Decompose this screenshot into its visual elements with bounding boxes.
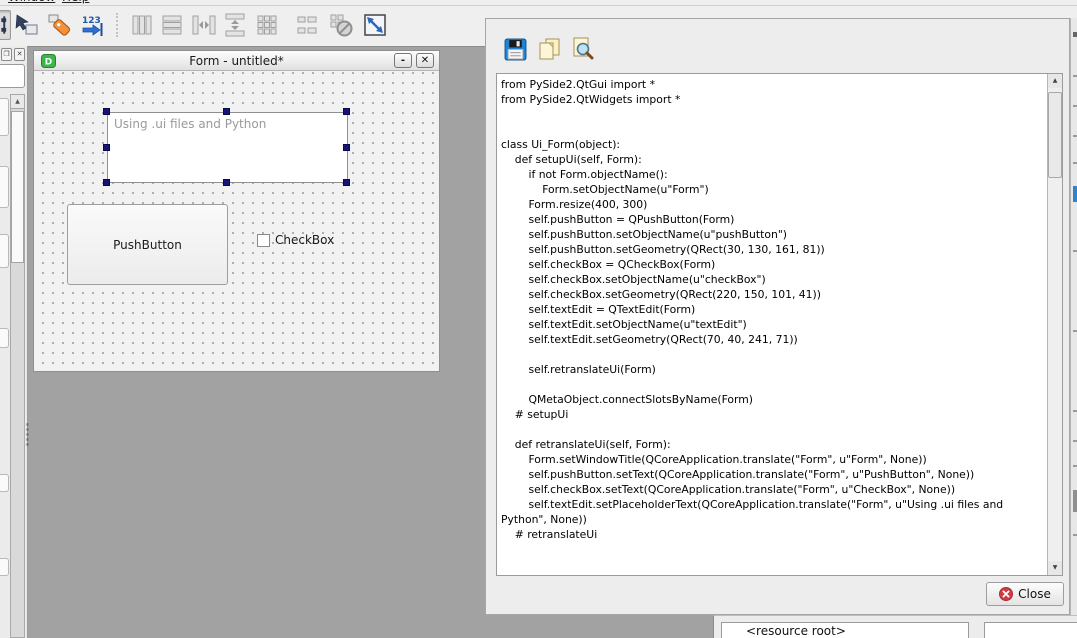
- svg-text:123: 123: [82, 16, 101, 26]
- widget-box-item[interactable]: [0, 328, 9, 348]
- menu-item-help[interactable]: Help: [62, 0, 89, 4]
- layout-horizontally-icon: [129, 12, 155, 38]
- panel-edge-mark: [1073, 32, 1077, 37]
- scrollbar-thumb[interactable]: [1048, 92, 1062, 178]
- adjust-size-icon: [362, 12, 388, 38]
- resource-root-item[interactable]: <resource root>: [721, 622, 969, 638]
- qt-designer-screen: Window Help: [0, 0, 1077, 638]
- panel-selected-mark: [1073, 186, 1077, 202]
- edit-widgets-button[interactable]: [0, 10, 11, 40]
- break-layout-icon: [328, 12, 354, 38]
- close-window-button[interactable]: ✕: [416, 53, 434, 68]
- form-window-titlebar[interactable]: D Form - untitled* - ✕: [34, 51, 439, 71]
- menu-item-window[interactable]: Window: [8, 0, 55, 4]
- layout-vertical-splitter-button[interactable]: [221, 10, 249, 40]
- resource-detail-box[interactable]: [984, 622, 1077, 638]
- panel-edge-mark: [1073, 534, 1077, 536]
- panel-splitter-handle[interactable]: [26, 422, 29, 448]
- find-button[interactable]: [569, 36, 595, 62]
- selection-handle[interactable]: [343, 179, 350, 186]
- close-panel-button[interactable]: ✕: [14, 48, 25, 61]
- save-button[interactable]: [502, 36, 528, 62]
- selection-handle[interactable]: [343, 144, 350, 151]
- selection-handle[interactable]: [103, 144, 110, 151]
- edit-signals-slots-button[interactable]: [13, 10, 41, 40]
- toolbar-separator: [116, 13, 118, 37]
- layout-grid-icon: [254, 12, 280, 38]
- scroll-up-icon[interactable]: ▲: [1048, 74, 1062, 88]
- widget-box-item[interactable]: [0, 234, 9, 268]
- panel-edge-mark: [1073, 465, 1077, 467]
- selection-handle[interactable]: [103, 179, 110, 186]
- float-panel-button[interactable]: ❐: [1, 48, 12, 61]
- copy-button[interactable]: [536, 36, 562, 62]
- pushbutton-widget[interactable]: PushButton: [67, 204, 228, 285]
- code-preview-dialog: from PySide2.QtGui import * from PySide2…: [485, 18, 1070, 615]
- widget-box-item[interactable]: [0, 98, 9, 136]
- close-button-label: Close: [1018, 587, 1051, 601]
- panel-edge-mark: [1073, 440, 1077, 442]
- layout-form-button[interactable]: [293, 10, 321, 40]
- form-editor-window: D Form - untitled* - ✕ Using .ui files a…: [33, 50, 440, 372]
- checkbox-widget[interactable]: CheckBox: [257, 230, 334, 250]
- minimize-button[interactable]: -: [394, 53, 412, 68]
- layout-vertical-splitter-icon: [222, 12, 248, 38]
- panel-edge-mark: [1073, 105, 1077, 107]
- form-canvas[interactable]: Using .ui files and Python PushButton Ch…: [34, 72, 439, 371]
- code-view[interactable]: from PySide2.QtGui import * from PySide2…: [496, 73, 1063, 576]
- resource-browser-panel: <resource root>: [713, 615, 1077, 638]
- textedit-widget[interactable]: Using .ui files and Python: [107, 112, 348, 183]
- save-icon: [504, 38, 527, 61]
- layout-vertically-button[interactable]: [158, 10, 186, 40]
- selection-handle[interactable]: [343, 108, 350, 115]
- selection-handle[interactable]: [103, 108, 110, 115]
- close-dialog-button[interactable]: Close: [986, 582, 1064, 606]
- edit-buddies-icon: [47, 12, 73, 38]
- widget-box-panel: ❐ ✕ ▲: [0, 46, 28, 638]
- code-scrollbar[interactable]: ▲ ▼: [1047, 74, 1062, 575]
- layout-grid-button[interactable]: [253, 10, 281, 40]
- close-red-circle-icon: [999, 587, 1013, 601]
- checkbox-box[interactable]: [257, 234, 270, 247]
- panel-edge-mark: [1073, 250, 1077, 252]
- widget-filter-input[interactable]: [0, 64, 25, 88]
- layout-vertically-icon: [159, 12, 185, 38]
- edit-buddies-button[interactable]: [46, 10, 74, 40]
- break-layout-button[interactable]: [327, 10, 355, 40]
- layout-horizontal-splitter-icon: [191, 12, 217, 38]
- selection-handle[interactable]: [223, 179, 230, 186]
- widget-box-item[interactable]: [0, 474, 9, 492]
- layout-horizontal-splitter-button[interactable]: [190, 10, 218, 40]
- property-panel-edge: [1070, 18, 1077, 615]
- scrollbar-thumb[interactable]: [11, 111, 24, 263]
- menu-bar: Window Help: [0, 0, 1077, 6]
- scroll-down-icon[interactable]: ▼: [1048, 561, 1062, 575]
- panel-edge-mark: [1073, 135, 1077, 137]
- scroll-up-icon[interactable]: ▲: [11, 95, 24, 109]
- widget-box-item[interactable]: [0, 166, 9, 208]
- widget-box-item[interactable]: [0, 558, 9, 576]
- panel-edge-mark: [1073, 162, 1077, 164]
- layout-form-icon: [294, 12, 320, 38]
- panel-edge-mark: [1073, 410, 1077, 412]
- checkbox-label: CheckBox: [275, 233, 334, 247]
- copy-icon: [537, 37, 562, 61]
- selection-handle[interactable]: [223, 108, 230, 115]
- panel-scroll-mark: [1073, 490, 1077, 512]
- edit-widgets-icon: [0, 12, 10, 38]
- panel-edge-mark: [1073, 330, 1077, 332]
- adjust-size-button[interactable]: [361, 10, 389, 40]
- widget-box-scrollbar[interactable]: ▲: [10, 94, 25, 638]
- form-window-title: Form - untitled*: [34, 54, 439, 68]
- find-icon: [571, 37, 594, 61]
- panel-edge-mark: [1073, 75, 1077, 77]
- edit-tab-order-button[interactable]: 123: [78, 10, 106, 40]
- edit-tab-order-icon: 123: [79, 12, 105, 38]
- generated-python-code[interactable]: from PySide2.QtGui import * from PySide2…: [501, 77, 1045, 542]
- edit-signals-slots-icon: [14, 12, 40, 38]
- layout-horizontally-button[interactable]: [128, 10, 156, 40]
